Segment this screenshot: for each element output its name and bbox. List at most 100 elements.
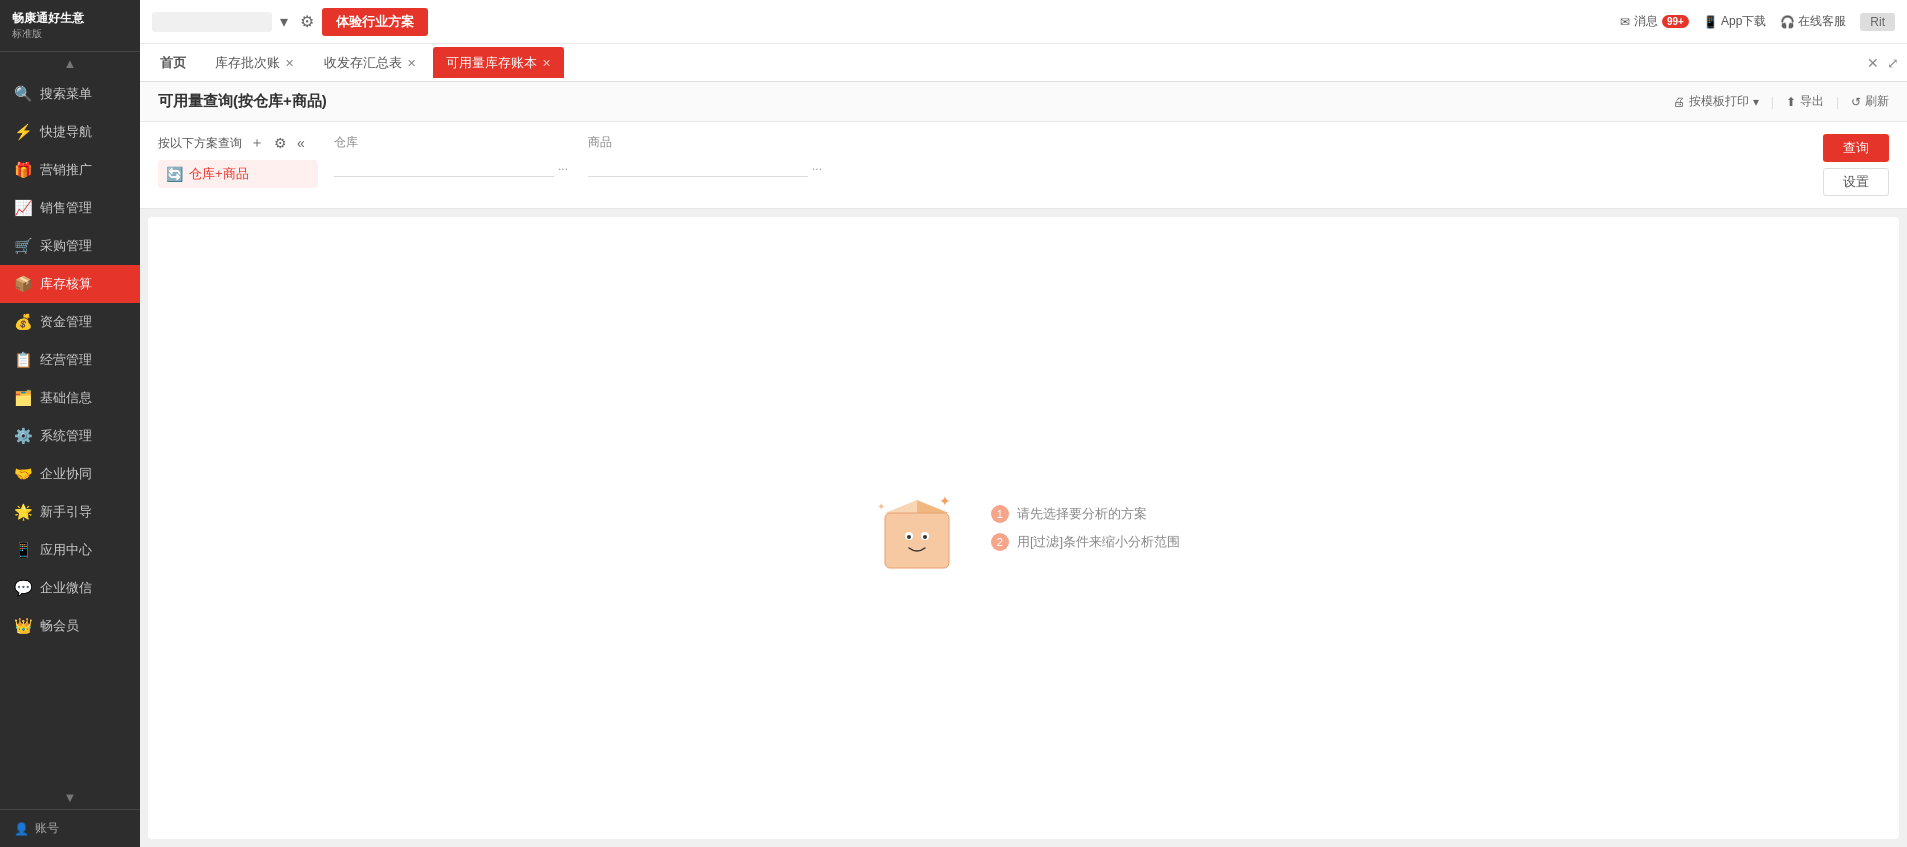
sidebar-nav: 🔍 搜索菜单 ⚡ 快捷导航 🎁 营销推广 📈 销售管理 🛒 采购管理 📦 库存核… bbox=[0, 75, 140, 786]
user-avatar[interactable]: Rit bbox=[1860, 13, 1895, 31]
sidebar-item-label: 搜索菜单 bbox=[40, 85, 92, 103]
tab-batch-account[interactable]: 库存批次账 ✕ bbox=[202, 47, 307, 78]
sidebar-item-app-center[interactable]: 📱 应用中心 bbox=[0, 531, 140, 569]
tab-batch-account-label: 库存批次账 bbox=[215, 54, 280, 72]
phone-icon: 📱 bbox=[1703, 15, 1718, 29]
finance-icon: 💰 bbox=[14, 313, 32, 331]
appcenter-icon: 📱 bbox=[14, 541, 32, 559]
notification-btn[interactable]: ✉ 消息 99+ bbox=[1620, 13, 1689, 30]
trial-btn[interactable]: 体验行业方案 bbox=[322, 8, 428, 36]
goods-field-label: 商品 bbox=[588, 134, 822, 151]
sidebar-item-label: 应用中心 bbox=[40, 541, 92, 559]
empty-state: ✦ ✦ 1 请先选择要分析的方案 2 用[过滤]条件来缩小分析范围 bbox=[148, 217, 1899, 839]
export-btn[interactable]: ⬆ 导出 bbox=[1786, 93, 1824, 110]
tab-close-all-btn[interactable]: ✕ bbox=[1867, 55, 1879, 71]
collapse-scheme-btn[interactable]: « bbox=[295, 135, 307, 151]
sidebar-item-label: 资金管理 bbox=[40, 313, 92, 331]
hint-text-1: 请先选择要分析的方案 bbox=[1017, 505, 1147, 523]
edition-label: 标准版 bbox=[12, 27, 128, 41]
sidebar-item-corp-collab[interactable]: 🤝 企业协同 bbox=[0, 455, 140, 493]
sidebar-item-new-guide[interactable]: 🌟 新手引导 bbox=[0, 493, 140, 531]
edit-scheme-btn[interactable]: ⚙ bbox=[272, 135, 289, 151]
topbar-settings-btn[interactable]: ⚙ bbox=[296, 12, 318, 31]
query-actions: 查询 设置 bbox=[1823, 134, 1889, 196]
svg-point-6 bbox=[907, 535, 911, 539]
inventory-icon: 📦 bbox=[14, 275, 32, 293]
goods-input[interactable] bbox=[588, 155, 808, 177]
topbar-search-input[interactable] bbox=[152, 12, 272, 32]
sidebar-item-membership[interactable]: 👑 畅会员 bbox=[0, 607, 140, 645]
empty-hint-2: 2 用[过滤]条件来缩小分析范围 bbox=[991, 533, 1180, 551]
print-icon: 🖨 bbox=[1673, 95, 1685, 109]
notification-icon: ✉ bbox=[1620, 15, 1630, 29]
online-service-label: 在线客服 bbox=[1798, 13, 1846, 30]
refresh-btn[interactable]: ↺ 刷新 bbox=[1851, 93, 1889, 110]
sidebar-scroll-up[interactable]: ▲ bbox=[0, 52, 140, 75]
query-area: 按以下方案查询 ＋ ⚙ « 🔄 仓库+商品 仓库 bbox=[140, 122, 1907, 209]
membership-icon: 👑 bbox=[14, 617, 32, 635]
online-service-btn[interactable]: 🎧 在线客服 bbox=[1780, 13, 1846, 30]
notification-badge: 99+ bbox=[1662, 15, 1689, 28]
scheme-item-warehouse-goods[interactable]: 🔄 仓库+商品 bbox=[158, 160, 318, 188]
tab-available-ledger[interactable]: 可用量库存账本 ✕ bbox=[433, 47, 564, 78]
tab-home[interactable]: 首页 bbox=[148, 48, 198, 78]
empty-illustration: ✦ ✦ bbox=[867, 478, 967, 578]
svg-rect-0 bbox=[885, 513, 949, 568]
sidebar-item-inventory[interactable]: 📦 库存核算 bbox=[0, 265, 140, 303]
settings-btn[interactable]: 设置 bbox=[1823, 168, 1889, 196]
warehouse-input[interactable] bbox=[334, 155, 554, 177]
warehouse-more-btn[interactable]: ... bbox=[558, 159, 568, 173]
sidebar-item-corp-wechat[interactable]: 💬 企业微信 bbox=[0, 569, 140, 607]
goods-more-btn[interactable]: ... bbox=[812, 159, 822, 173]
tab-receipt-summary-close[interactable]: ✕ bbox=[407, 57, 416, 70]
sidebar-scroll-down[interactable]: ▼ bbox=[0, 786, 140, 809]
sidebar-item-system[interactable]: ⚙️ 系统管理 bbox=[0, 417, 140, 455]
add-scheme-btn[interactable]: ＋ bbox=[248, 134, 266, 152]
topbar-breadcrumb: ▾ ⚙ 体验行业方案 bbox=[152, 8, 1612, 36]
sidebar-item-label: 经营管理 bbox=[40, 351, 92, 369]
topbar-dropdown-btn[interactable]: ▾ bbox=[276, 12, 292, 31]
sidebar-item-label: 畅会员 bbox=[40, 617, 79, 635]
sidebar-item-quick-nav[interactable]: ⚡ 快捷导航 bbox=[0, 113, 140, 151]
tab-batch-account-close[interactable]: ✕ bbox=[285, 57, 294, 70]
empty-hint-1: 1 请先选择要分析的方案 bbox=[991, 505, 1180, 523]
sidebar-item-label: 采购管理 bbox=[40, 237, 92, 255]
quicknav-icon: ⚡ bbox=[14, 123, 32, 141]
refresh-label: 刷新 bbox=[1865, 93, 1889, 110]
hint-text-2: 用[过滤]条件来缩小分析范围 bbox=[1017, 533, 1180, 551]
refresh-icon: ↺ bbox=[1851, 95, 1861, 109]
sidebar-item-basic-info[interactable]: 🗂️ 基础信息 bbox=[0, 379, 140, 417]
sidebar-item-operations[interactable]: 📋 经营管理 bbox=[0, 341, 140, 379]
tab-expand-btn[interactable]: ⤢ bbox=[1887, 55, 1899, 71]
field-goods: 商品 ... bbox=[588, 134, 822, 177]
print-label: 按模板打印 bbox=[1689, 93, 1749, 110]
sidebar-item-finance[interactable]: 💰 资金管理 bbox=[0, 303, 140, 341]
empty-svg: ✦ ✦ bbox=[867, 478, 967, 578]
scheme-label: 按以下方案查询 bbox=[158, 135, 242, 152]
divider1: | bbox=[1771, 95, 1774, 109]
sidebar-item-search[interactable]: 🔍 搜索菜单 bbox=[0, 75, 140, 113]
export-label: 导出 bbox=[1800, 93, 1824, 110]
wechat-icon: 💬 bbox=[14, 579, 32, 597]
app-logo: 畅康通好生意 标准版 bbox=[0, 0, 140, 52]
divider2: | bbox=[1836, 95, 1839, 109]
topbar-right: ✉ 消息 99+ 📱 App下载 🎧 在线客服 Rit bbox=[1620, 13, 1895, 31]
sidebar-item-purchase[interactable]: 🛒 采购管理 bbox=[0, 227, 140, 265]
sidebar-footer: 👤 账号 bbox=[0, 809, 140, 847]
sidebar-item-sales[interactable]: 📈 销售管理 bbox=[0, 189, 140, 227]
sidebar-item-label: 企业微信 bbox=[40, 579, 92, 597]
tab-available-ledger-label: 可用量库存账本 bbox=[446, 54, 537, 72]
print-btn[interactable]: 🖨 按模板打印 ▾ bbox=[1673, 93, 1759, 110]
query-btn[interactable]: 查询 bbox=[1823, 134, 1889, 162]
page-title: 可用量查询(按仓库+商品) bbox=[158, 92, 327, 111]
sidebar: 畅康通好生意 标准版 ▲ 🔍 搜索菜单 ⚡ 快捷导航 🎁 营销推广 📈 销售管理… bbox=[0, 0, 140, 847]
app-download-btn[interactable]: 📱 App下载 bbox=[1703, 13, 1766, 30]
tab-receipt-summary[interactable]: 收发存汇总表 ✕ bbox=[311, 47, 429, 78]
tabbar: 首页 库存批次账 ✕ 收发存汇总表 ✕ 可用量库存账本 ✕ ✕ ⤢ bbox=[140, 44, 1907, 82]
svg-point-7 bbox=[923, 535, 927, 539]
warehouse-input-row: ... bbox=[334, 155, 568, 177]
sidebar-item-label: 营销推广 bbox=[40, 161, 92, 179]
tab-available-ledger-close[interactable]: ✕ bbox=[542, 57, 551, 70]
sidebar-item-label: 快捷导航 bbox=[40, 123, 92, 141]
sidebar-item-marketing[interactable]: 🎁 营销推广 bbox=[0, 151, 140, 189]
